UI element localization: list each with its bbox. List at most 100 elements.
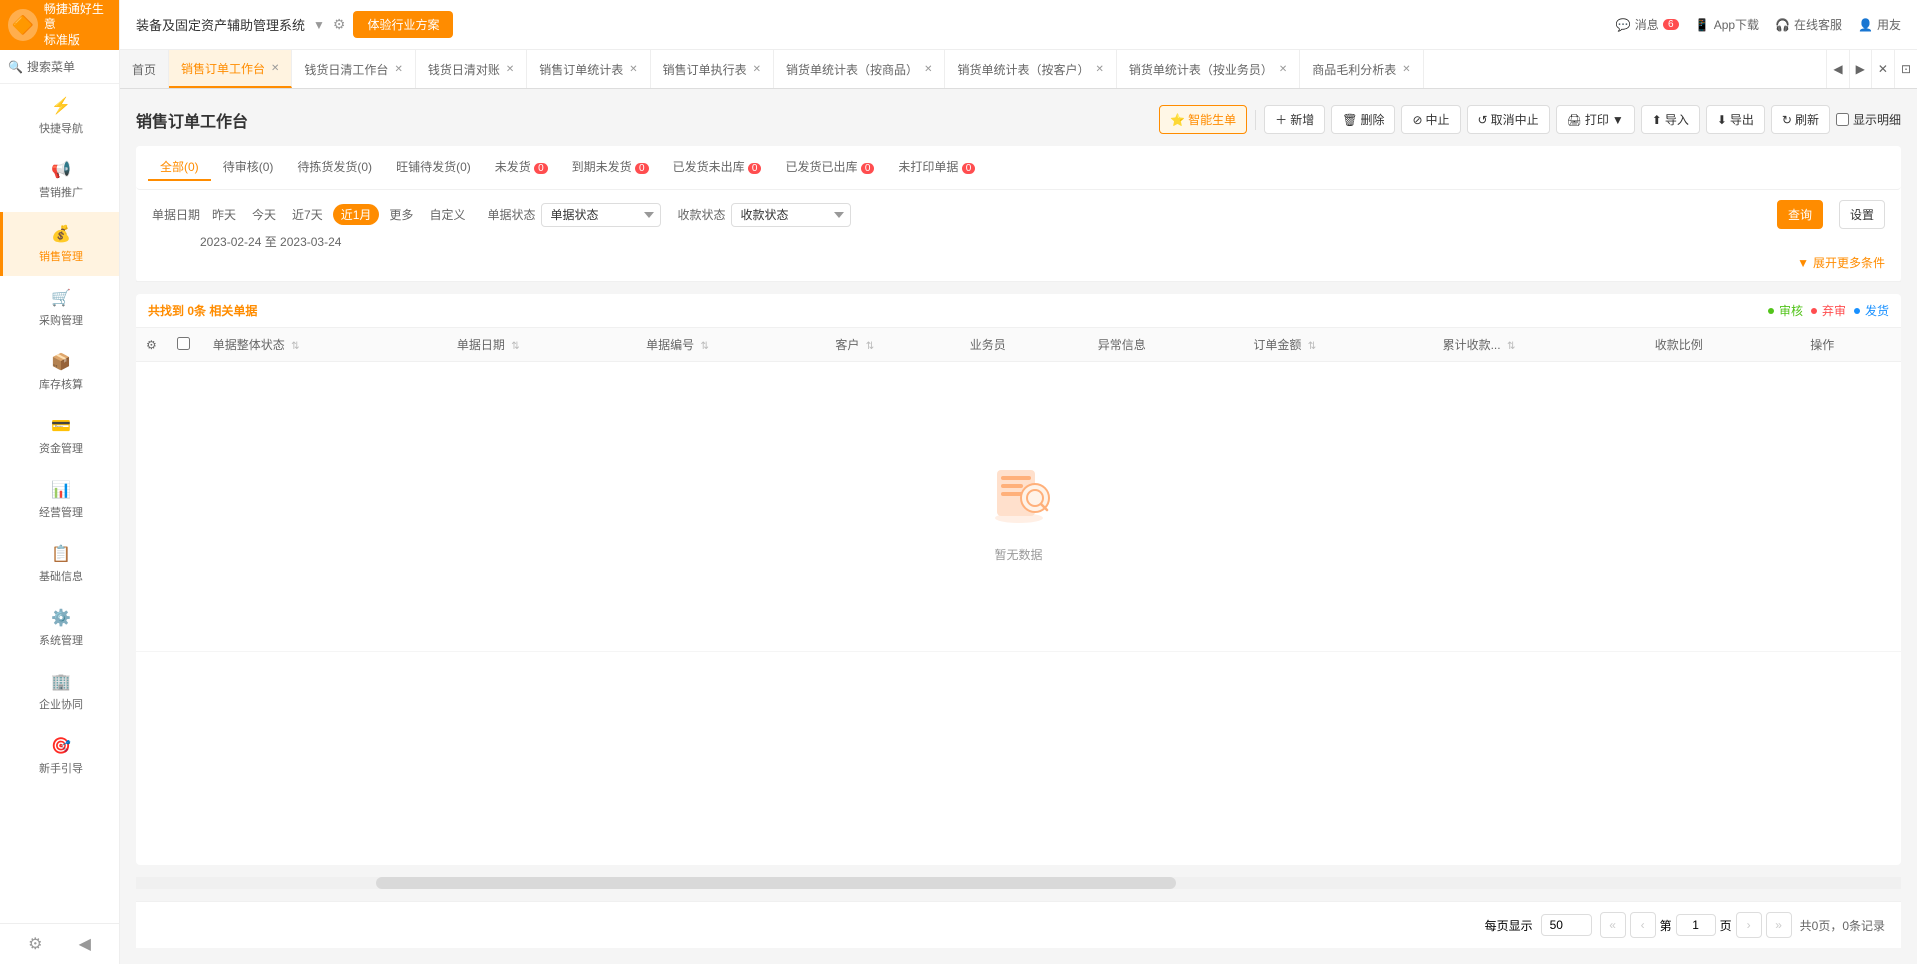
col-number[interactable]: 单据编号 ⇅ — [636, 328, 825, 362]
date-btn-yesterday[interactable]: 昨天 — [206, 204, 242, 225]
online-service-button[interactable]: 🎧 在线客服 — [1775, 16, 1842, 33]
col-status[interactable]: 单据整体状态 ⇅ — [203, 328, 447, 362]
col-received[interactable]: 累计收款... ⇅ — [1433, 328, 1645, 362]
tab-sales-summary-staff[interactable]: 销货单统计表（按业务员） ✕ — [1117, 50, 1300, 88]
search-button[interactable]: 查询 — [1777, 200, 1823, 229]
sub-tab-pending-review[interactable]: 待审核(0) — [211, 154, 286, 181]
sub-tab-wangpu-pending[interactable]: 旺铺待发货(0) — [384, 154, 483, 181]
revoke-action-button[interactable]: 弃审 — [1811, 302, 1846, 319]
add-button[interactable]: ＋ 新增 — [1264, 105, 1325, 134]
export-button[interactable]: ⬇ 导出 — [1706, 105, 1765, 134]
user-avatar[interactable]: 👤 用友 — [1858, 16, 1901, 33]
solution-button[interactable]: 体验行业方案 — [353, 11, 453, 38]
tab-maximize[interactable]: ⊡ — [1894, 50, 1917, 88]
tab-sales-summary-product[interactable]: 销货单统计表（按商品） ✕ — [774, 50, 945, 88]
status-select[interactable]: 单据状态 — [541, 203, 661, 227]
last-page-button[interactable]: » — [1766, 912, 1792, 938]
sub-tab-not-printed[interactable]: 未打印单据 0 — [886, 154, 987, 181]
sub-tab-pending-inspect[interactable]: 待拣货发货(0) — [285, 154, 384, 181]
print-button[interactable]: 🖨 打印 ▼ — [1556, 105, 1635, 134]
settings-icon[interactable]: ⚙ — [333, 16, 346, 33]
payment-select[interactable]: 收款状态 — [731, 203, 851, 227]
sidebar-item-purchase[interactable]: 🛒 采购管理 — [0, 276, 119, 340]
sidebar-item-sales[interactable]: 💰 销售管理 — [0, 212, 119, 276]
date-btn-more[interactable]: 更多 — [383, 204, 419, 225]
first-page-button[interactable]: « — [1600, 912, 1626, 938]
show-detail-checkbox[interactable] — [1836, 113, 1849, 126]
tab-close-sales-summary-staff[interactable]: ✕ — [1279, 64, 1287, 75]
cancel-stop-button[interactable]: ↺ 取消中止 — [1467, 105, 1550, 134]
col-amount[interactable]: 订单金额 ⇅ — [1243, 328, 1432, 362]
sidebar-item-finance[interactable]: 💳 资金管理 — [0, 404, 119, 468]
message-button[interactable]: 💬 消息 6 — [1616, 16, 1679, 33]
col-date[interactable]: 单据日期 ⇅ — [447, 328, 636, 362]
page-size-select[interactable]: 50 10 20 100 — [1541, 914, 1592, 936]
sidebar-item-base-info[interactable]: 📋 基础信息 — [0, 532, 119, 596]
filter-date-options: 昨天 今天 近7天 近1月 更多 自定义 — [206, 204, 471, 225]
sub-tab-expired-not-shipped[interactable]: 到期未发货 0 — [560, 154, 661, 181]
ship-action-button[interactable]: 发货 — [1854, 302, 1889, 319]
scrollbar-thumb[interactable] — [376, 877, 1176, 889]
import-button[interactable]: ⬆ 导入 — [1641, 105, 1700, 134]
audit-action-button[interactable]: 审核 — [1768, 302, 1803, 319]
sidebar-item-operations[interactable]: 📊 经营管理 — [0, 468, 119, 532]
col-staff[interactable]: 业务员 — [960, 328, 1088, 362]
tab-home[interactable]: 首页 — [120, 50, 169, 88]
app-download-button[interactable]: 📱 App下载 — [1695, 16, 1759, 33]
tab-close-all[interactable]: ✕ — [1871, 50, 1894, 88]
tab-close-sales-stat[interactable]: ✕ — [629, 64, 637, 75]
date-btn-today[interactable]: 今天 — [246, 204, 282, 225]
sidebar-item-inventory[interactable]: 📦 库存核算 — [0, 340, 119, 404]
col-ratio[interactable]: 收款比例 — [1645, 328, 1801, 362]
tab-scroll-right[interactable]: ▶ — [1849, 50, 1871, 88]
tab-close-sales-summary-product[interactable]: ✕ — [924, 64, 932, 75]
tab-sales-summary-customer[interactable]: 销货单统计表（按客户） ✕ — [945, 50, 1116, 88]
sidebar-item-system[interactable]: ⚙️ 系统管理 — [0, 596, 119, 660]
stop-button[interactable]: ⊘ 中止 — [1401, 105, 1460, 134]
sidebar-item-enterprise[interactable]: 🏢 企业协同 — [0, 660, 119, 724]
sub-tab-not-shipped[interactable]: 未发货 0 — [483, 154, 560, 181]
settings-bottom-icon[interactable]: ⚙ — [28, 934, 42, 954]
sales-icon: 💰 — [51, 224, 71, 244]
tab-cash-reconcile[interactable]: 钱货日清对账 ✕ — [416, 50, 527, 88]
tab-close-sales-exec[interactable]: ✕ — [753, 64, 761, 75]
search-menu-item[interactable]: 🔍 搜索菜单 — [0, 50, 119, 84]
settings-filter-button[interactable]: 设置 — [1839, 200, 1885, 229]
col-exception[interactable]: 异常信息 — [1088, 328, 1244, 362]
tab-cash-daily[interactable]: 钱货日清工作台 ✕ — [292, 50, 415, 88]
tab-close-cash-reconcile[interactable]: ✕ — [506, 64, 514, 75]
sub-tab-shipped-out[interactable]: 已发货已出库 0 — [773, 154, 886, 181]
select-all-checkbox[interactable] — [177, 337, 190, 350]
sidebar-item-marketing[interactable]: 📢 营销推广 — [0, 148, 119, 212]
refresh-button[interactable]: ↻ 刷新 — [1771, 105, 1830, 134]
show-detail-checkbox-label[interactable]: 显示明细 — [1836, 111, 1901, 128]
tab-gross-profit[interactable]: 商品毛利分析表 ✕ — [1300, 50, 1423, 88]
collapse-sidebar-button[interactable]: ◀ — [79, 934, 91, 954]
horizontal-scrollbar[interactable] — [136, 877, 1901, 889]
col-settings[interactable]: ⚙ — [136, 328, 167, 362]
prev-page-button[interactable]: ‹ — [1630, 912, 1656, 938]
page-number-input[interactable] — [1676, 914, 1716, 936]
col-customer[interactable]: 客户 ⇅ — [825, 328, 959, 362]
sidebar-item-quick-nav[interactable]: ⚡ 快捷导航 — [0, 84, 119, 148]
next-page-button[interactable]: › — [1736, 912, 1762, 938]
sidebar-item-guide[interactable]: 🎯 新手引导 — [0, 724, 119, 788]
sub-tab-shipped-not-out[interactable]: 已发货未出库 0 — [661, 154, 774, 181]
expand-filter-button[interactable]: ▼ 展开更多条件 — [1797, 254, 1885, 271]
date-btn-7days[interactable]: 近7天 — [286, 204, 329, 225]
tab-sales-stat[interactable]: 销售订单统计表 ✕ — [527, 50, 650, 88]
tab-close-sales-order[interactable]: ✕ — [271, 63, 279, 74]
dropdown-arrow-icon: ▼ — [313, 18, 325, 32]
date-btn-1month[interactable]: 近1月 — [333, 204, 380, 225]
col-checkbox[interactable] — [167, 328, 203, 362]
tab-close-gross-profit[interactable]: ✕ — [1402, 64, 1410, 75]
tab-sales-exec[interactable]: 销售订单执行表 ✕ — [651, 50, 774, 88]
smart-gen-button[interactable]: ⭐ 智能生单 — [1159, 105, 1247, 134]
sub-tab-all[interactable]: 全部(0) — [148, 154, 211, 181]
tab-close-sales-summary-customer[interactable]: ✕ — [1095, 64, 1103, 75]
tab-close-cash-daily[interactable]: ✕ — [394, 64, 402, 75]
tab-scroll-left[interactable]: ◀ — [1826, 50, 1848, 88]
date-btn-custom[interactable]: 自定义 — [423, 204, 471, 225]
delete-button[interactable]: 🗑 删除 — [1331, 105, 1395, 134]
tab-sales-order[interactable]: 销售订单工作台 ✕ — [169, 50, 292, 88]
